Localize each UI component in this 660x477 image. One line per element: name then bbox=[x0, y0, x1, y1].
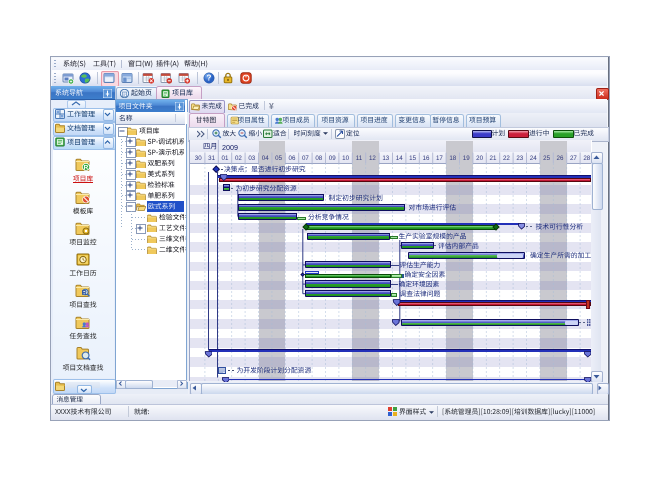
svg-text:R: R bbox=[84, 164, 89, 171]
svg-text:R: R bbox=[82, 290, 87, 297]
svg-text:?: ? bbox=[207, 74, 212, 83]
